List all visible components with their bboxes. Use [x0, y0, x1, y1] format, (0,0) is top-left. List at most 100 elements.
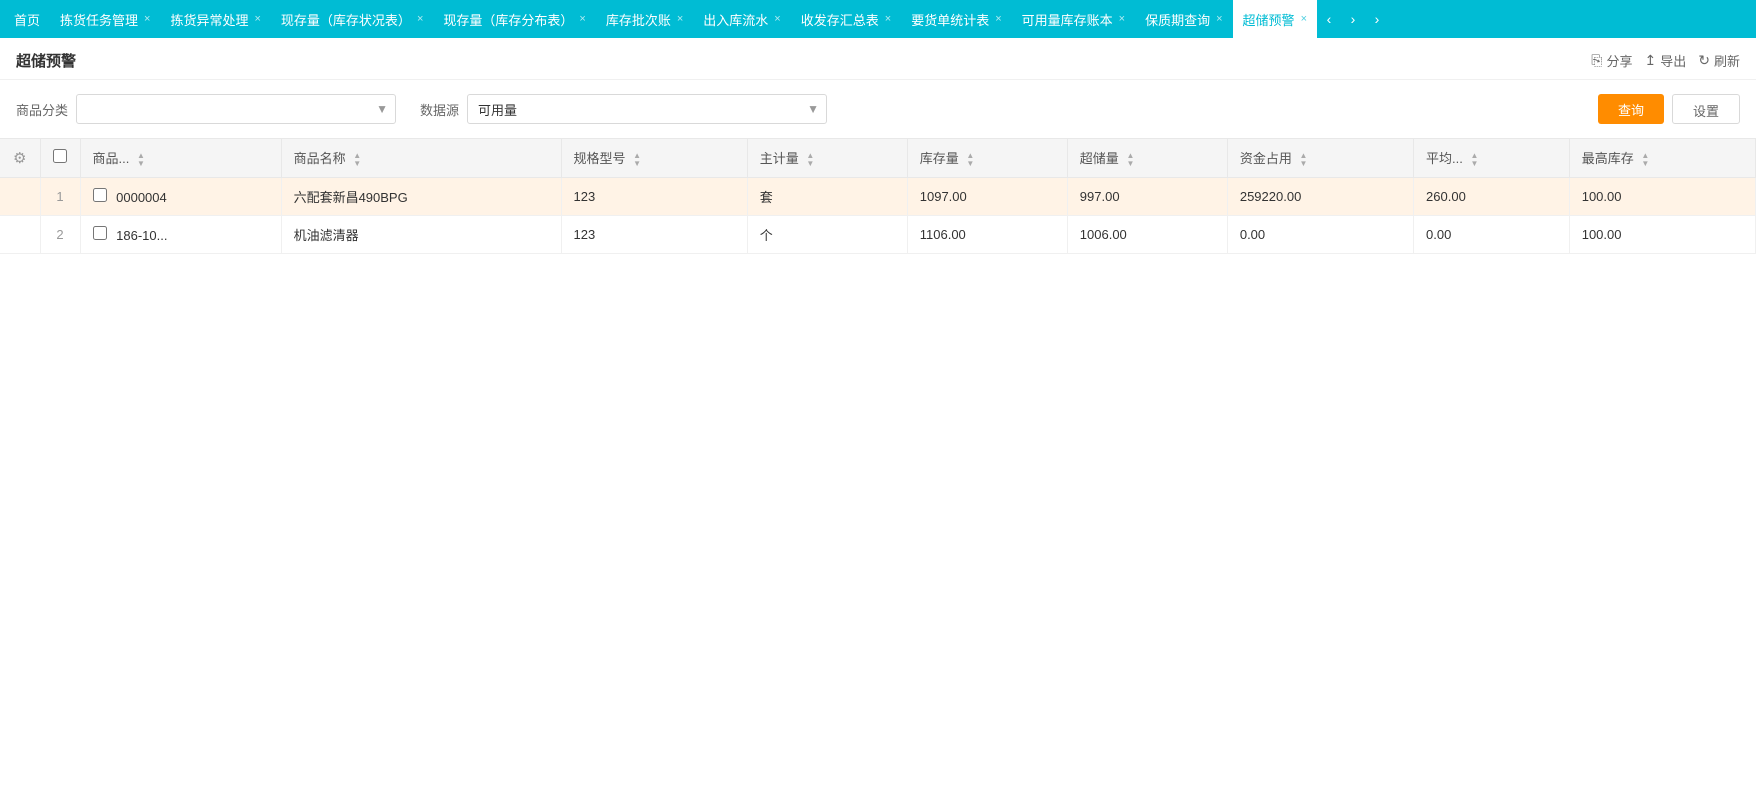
data-table: ⚙ 商品... ▲▼ 商品名称 ▲▼ 规格型号 ▲▼	[0, 138, 1756, 254]
col-header-avg[interactable]: 平均... ▲▼	[1414, 139, 1570, 178]
col-header-capital[interactable]: 资金占用 ▲▼	[1227, 139, 1413, 178]
row-avg: 0.00	[1414, 215, 1570, 253]
row-idx-cell: 1	[40, 177, 80, 215]
close-pick-task-icon[interactable]: ×	[144, 13, 150, 25]
row-avg: 260.00	[1414, 177, 1570, 215]
close-shelf-life-icon[interactable]: ×	[1216, 13, 1222, 25]
row-checkbox-cell: 186-10...	[80, 215, 281, 253]
row-checkbox[interactable]	[93, 188, 107, 202]
row-capital: 0.00	[1227, 215, 1413, 253]
row-stock: 1097.00	[907, 177, 1067, 215]
table-row: 2 186-10... 机油滤清器 123 个 1106.00 1006.00 …	[0, 215, 1756, 253]
close-over-stock-icon[interactable]: ×	[1301, 13, 1307, 25]
table-settings-icon[interactable]: ⚙	[13, 150, 26, 167]
col-header-product-name[interactable]: 商品名称 ▲▼	[281, 139, 561, 178]
col-header-max-stock[interactable]: 最高库存 ▲▼	[1569, 139, 1755, 178]
nav-prev-arrow[interactable]: ‹	[1317, 0, 1341, 38]
nav-pick-exception[interactable]: 拣货异常处理 ×	[160, 0, 270, 38]
table-row: 1 0000004 六配套新昌490BPG 123 套 1097.00 997.…	[0, 177, 1756, 215]
filter-actions: 查询 设置	[1598, 94, 1740, 124]
row-settings-cell	[0, 177, 40, 215]
nav-more-arrow[interactable]: ›	[1365, 0, 1389, 38]
row-over-stock: 1006.00	[1067, 215, 1227, 253]
row-number: 2	[56, 227, 63, 242]
datasource-label: 数据源	[420, 100, 459, 119]
select-all-checkbox[interactable]	[53, 149, 67, 163]
category-select[interactable]	[76, 94, 396, 124]
nav-over-stock[interactable]: 超储预警 ×	[1233, 0, 1317, 38]
nav-shelf-life[interactable]: 保质期查询 ×	[1135, 0, 1232, 38]
page-title: 超储预警	[16, 50, 76, 71]
nav-order-stat[interactable]: 要货单统计表 ×	[901, 0, 1011, 38]
refresh-icon: ↻	[1698, 52, 1710, 69]
nav-next-arrow[interactable]: ›	[1341, 0, 1365, 38]
close-order-stat-icon[interactable]: ×	[995, 13, 1001, 25]
sort-spec-icon[interactable]: ▲▼	[633, 152, 641, 168]
col-header-spec[interactable]: 规格型号 ▲▼	[561, 139, 747, 178]
share-button[interactable]: ⎘ 分享	[1591, 51, 1632, 70]
row-product-code: 186-10...	[116, 228, 167, 243]
close-pick-exception-icon[interactable]: ×	[254, 13, 260, 25]
sort-capital-icon[interactable]: ▲▼	[1299, 152, 1307, 168]
page-actions: ⎘ 分享 ↥ 导出 ↻ 刷新	[1591, 51, 1740, 70]
nav-stock-dist[interactable]: 现存量（库存分布表） ×	[433, 0, 595, 38]
col-header-checkbox	[40, 139, 80, 178]
settings-button[interactable]: 设置	[1672, 94, 1740, 124]
sort-over-stock-icon[interactable]: ▲▼	[1126, 152, 1134, 168]
nav-avail-stock[interactable]: 可用量库存账本 ×	[1012, 0, 1135, 38]
category-select-value	[87, 102, 91, 117]
close-stock-dist-icon[interactable]: ×	[579, 13, 585, 25]
table-container: ⚙ 商品... ▲▼ 商品名称 ▲▼ 规格型号 ▲▼	[0, 138, 1756, 254]
col-header-unit[interactable]: 主计量 ▲▼	[747, 139, 907, 178]
col-header-settings: ⚙	[0, 139, 40, 178]
nav-pick-task[interactable]: 拣货任务管理 ×	[50, 0, 160, 38]
row-spec: 123	[561, 177, 747, 215]
nav-inout-flow[interactable]: 出入库流水 ×	[693, 0, 790, 38]
page-header: 超储预警 ⎘ 分享 ↥ 导出 ↻ 刷新	[0, 38, 1756, 80]
table-header-row: ⚙ 商品... ▲▼ 商品名称 ▲▼ 规格型号 ▲▼	[0, 139, 1756, 178]
export-icon: ↥	[1645, 52, 1657, 69]
nav-home[interactable]: 首页	[4, 0, 50, 38]
datasource-value: 可用量	[478, 100, 517, 119]
share-icon: ⎘	[1591, 52, 1602, 69]
table-body: 1 0000004 六配套新昌490BPG 123 套 1097.00 997.…	[0, 177, 1756, 253]
close-avail-stock-icon[interactable]: ×	[1119, 13, 1125, 25]
row-max-stock: 100.00	[1569, 215, 1755, 253]
category-label: 商品分类	[16, 100, 68, 119]
close-stock-status-icon[interactable]: ×	[417, 13, 423, 25]
nav-recv-summary[interactable]: 收发存汇总表 ×	[791, 0, 901, 38]
category-filter: 商品分类 ▼	[16, 94, 396, 124]
datasource-select[interactable]: 可用量	[467, 94, 827, 124]
category-select-wrapper: ▼	[76, 94, 396, 124]
sort-product-code-icon[interactable]: ▲▼	[137, 152, 145, 168]
sort-unit-icon[interactable]: ▲▼	[806, 152, 814, 168]
col-header-product-code[interactable]: 商品... ▲▼	[80, 139, 281, 178]
close-stock-batch-icon[interactable]: ×	[677, 13, 683, 25]
row-unit: 套	[747, 177, 907, 215]
nav-stock-status[interactable]: 现存量（库存状况表） ×	[271, 0, 433, 38]
row-checkbox-cell: 0000004	[80, 177, 281, 215]
sort-avg-icon[interactable]: ▲▼	[1471, 152, 1479, 168]
col-header-stock[interactable]: 库存量 ▲▼	[907, 139, 1067, 178]
row-product-code: 0000004	[116, 190, 167, 205]
sort-product-name-icon[interactable]: ▲▼	[353, 152, 361, 168]
nav-stock-batch[interactable]: 库存批次账 ×	[596, 0, 693, 38]
sort-max-stock-icon[interactable]: ▲▼	[1641, 152, 1649, 168]
row-idx-cell: 2	[40, 215, 80, 253]
export-button[interactable]: ↥ 导出	[1645, 51, 1687, 70]
row-product-name: 六配套新昌490BPG	[281, 177, 561, 215]
close-inout-flow-icon[interactable]: ×	[774, 13, 780, 25]
top-nav: 首页 拣货任务管理 × 拣货异常处理 × 现存量（库存状况表） × 现存量（库存…	[0, 0, 1756, 38]
sort-stock-icon[interactable]: ▲▼	[966, 152, 974, 168]
page-content: 超储预警 ⎘ 分享 ↥ 导出 ↻ 刷新 商品分类 ▼	[0, 38, 1756, 800]
col-header-over-stock[interactable]: 超储量 ▲▼	[1067, 139, 1227, 178]
row-settings-cell	[0, 215, 40, 253]
refresh-button[interactable]: ↻ 刷新	[1698, 51, 1740, 70]
query-button[interactable]: 查询	[1598, 94, 1664, 124]
row-spec: 123	[561, 215, 747, 253]
close-recv-summary-icon[interactable]: ×	[885, 13, 891, 25]
row-over-stock: 997.00	[1067, 177, 1227, 215]
row-checkbox[interactable]	[93, 226, 107, 240]
filter-bar: 商品分类 ▼ 数据源 可用量 ▼ 查询 设置	[0, 80, 1756, 138]
datasource-filter: 数据源 可用量 ▼	[420, 94, 827, 124]
